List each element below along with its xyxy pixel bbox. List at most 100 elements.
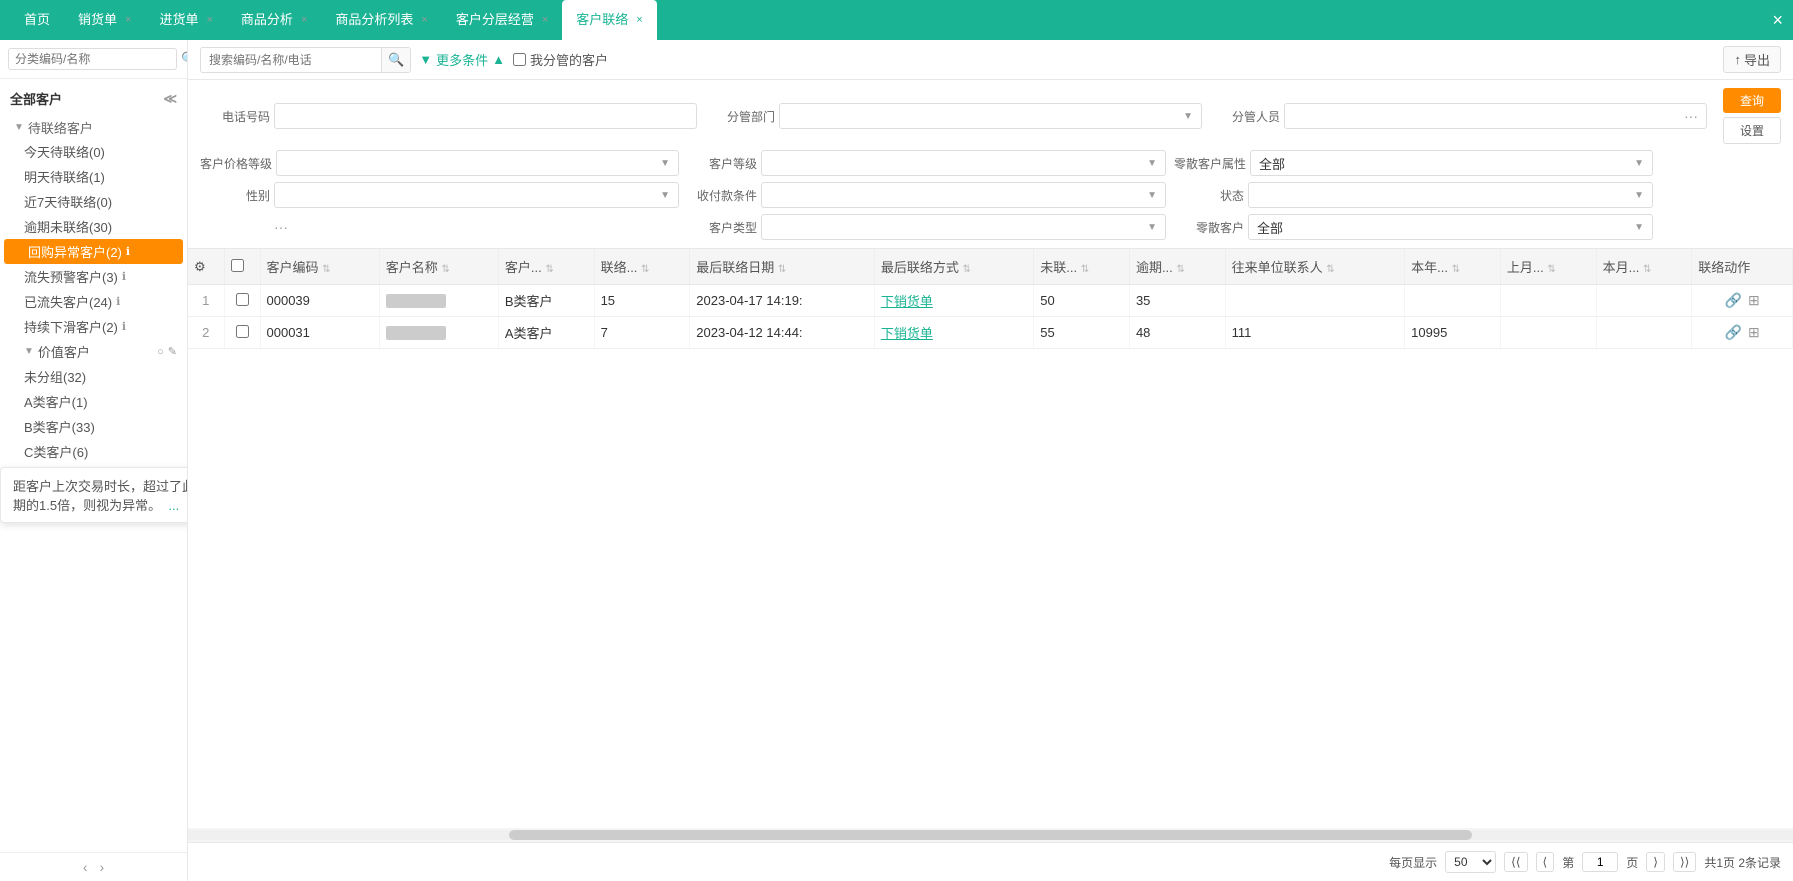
horizontal-scrollbar[interactable] [188, 830, 1793, 840]
status-label: 状态 [1174, 187, 1244, 204]
sidebar-item-lost-warning[interactable]: 流失预警客户(3) ℹ [0, 264, 187, 289]
retail-attr-select[interactable]: 全部 ▼ [1250, 150, 1653, 176]
row-num-2: 2 [188, 317, 224, 349]
customer-type-select[interactable]: ▼ [761, 214, 1166, 240]
more-filter-dots[interactable]: ··· [274, 219, 288, 235]
sidebar-nav-left[interactable]: ‹ [79, 857, 92, 877]
per-page-select[interactable]: 50 20 100 [1445, 851, 1496, 873]
sidebar-value-customer-header[interactable]: ▼ 价值客户 ○ ✎ [0, 339, 187, 364]
nav-customer-mgmt-close[interactable]: × [542, 0, 548, 40]
nav-product-list-close[interactable]: × [421, 0, 427, 40]
sidebar-item-ungrouped[interactable]: 未分组(32) [0, 364, 187, 389]
nav-product-list[interactable]: 商品分析列表 × [321, 0, 441, 40]
th-name[interactable]: 客户名称 ⇅ [379, 249, 498, 285]
action-more-icon-1[interactable]: ⊞ [1748, 292, 1760, 309]
sidebar-item-tomorrow[interactable]: 明天待联络(1) [0, 164, 187, 189]
col-type-label: 客户... [505, 260, 542, 275]
nav-sales-close[interactable]: × [125, 0, 131, 40]
nav-customer-contact-close[interactable]: × [636, 0, 642, 40]
nav-product-analysis-close[interactable]: × [301, 0, 307, 40]
nav-home[interactable]: 首页 [10, 0, 64, 40]
sidebar-item-overdue[interactable]: 逾期未联络(30) [0, 214, 187, 239]
sidebar-item-today[interactable]: 今天待联络(0) [0, 139, 187, 164]
nav-product-analysis[interactable]: 商品分析 × [227, 0, 321, 40]
row-last-method-2[interactable]: 下销货单 [874, 317, 1033, 349]
sidebar-collapse-icon[interactable]: ≪ [163, 91, 177, 107]
th-contact-count[interactable]: 联络... ⇅ [594, 249, 690, 285]
col-overdue-label: 逾期... [1136, 260, 1173, 275]
th-partner-contact[interactable]: 往来单位联系人 ⇅ [1225, 249, 1405, 285]
tooltip-more[interactable]: ... [168, 498, 179, 513]
next-page-button[interactable]: ⟩ [1646, 852, 1665, 872]
payment-select[interactable]: ▼ [761, 182, 1166, 208]
value-customer-edit-icon[interactable]: ○ [157, 346, 164, 358]
value-customer-settings-icon[interactable]: ✎ [168, 345, 177, 358]
price-level-select[interactable]: ▼ [276, 150, 679, 176]
filter-search-input[interactable] [201, 49, 381, 71]
status-select[interactable]: ▼ [1248, 182, 1653, 208]
retail-customer-select[interactable]: 全部 ▼ [1248, 214, 1653, 240]
sidebar-item-lost-actual[interactable]: 已流失客户(24) ℹ [0, 289, 187, 314]
select-all-checkbox[interactable] [231, 259, 244, 272]
sidebar-abnormal-label: 回购异常客户(2) [28, 242, 122, 261]
row-checkbox-2[interactable] [224, 317, 260, 349]
sidebar-search-input[interactable] [8, 48, 177, 70]
th-last-method[interactable]: 最后联络方式 ⇅ [874, 249, 1033, 285]
table-settings-icon[interactable]: ⚙ [194, 259, 206, 274]
dept-select[interactable]: ▼ [779, 103, 1202, 129]
setting-button[interactable]: 设置 [1723, 117, 1781, 144]
sidebar-search-icon[interactable]: 🔍 [181, 51, 188, 67]
row-1-checkbox[interactable] [236, 293, 249, 306]
th-last-month[interactable]: 上月... ⇅ [1500, 249, 1596, 285]
action-link-icon-2[interactable]: 🔗 [1725, 324, 1742, 341]
row-checkbox-1[interactable] [224, 285, 260, 317]
prev-page-button[interactable]: ⟨ [1536, 852, 1555, 872]
export-button[interactable]: ↑ 导出 [1723, 46, 1781, 73]
customer-level-field: 客户等级 ▼ [687, 150, 1166, 176]
sidebar-search-area: 🔍 [0, 40, 187, 79]
row-2-checkbox[interactable] [236, 325, 249, 338]
sidebar-item-c-class[interactable]: C类客户(6) [0, 439, 187, 464]
sidebar-item-declining[interactable]: 持续下滑客户(2) ℹ [0, 314, 187, 339]
th-type[interactable]: 客户... ⇅ [498, 249, 594, 285]
nav-customer-contact[interactable]: 客户联络 × [562, 0, 656, 40]
more-conditions-button[interactable]: ▼ 更多条件 ▲ [419, 50, 505, 69]
last-page-button[interactable]: ⟩⟩ [1673, 852, 1696, 872]
person-select[interactable]: ··· [1284, 103, 1707, 129]
th-this-year[interactable]: 本年... ⇅ [1405, 249, 1501, 285]
sidebar-item-7days[interactable]: 近7天待联络(0) [0, 189, 187, 214]
sidebar-nav-right[interactable]: › [96, 857, 109, 877]
th-code[interactable]: 客户编码 ⇅ [260, 249, 379, 285]
th-not-contact[interactable]: 未联... ⇅ [1034, 249, 1130, 285]
sidebar-follow-up-section[interactable]: ▼ 待联络客户 [0, 114, 187, 139]
phone-input[interactable] [274, 103, 697, 129]
th-last-date[interactable]: 最后联络日期 ⇅ [690, 249, 875, 285]
action-link-icon-1[interactable]: 🔗 [1725, 292, 1742, 309]
th-overdue[interactable]: 逾期... ⇅ [1129, 249, 1225, 285]
first-page-button[interactable]: ⟨⟨ [1504, 852, 1527, 872]
filter-search-icon[interactable]: 🔍 [381, 48, 410, 72]
sidebar-c-label: C类客户(6) [24, 442, 88, 461]
sidebar-item-abnormal[interactable]: 回购异常客户(2) ℹ [4, 239, 183, 264]
gender-select[interactable]: ▼ [274, 182, 679, 208]
sidebar-item-a-class[interactable]: A类客户(1) [0, 389, 187, 414]
person-dots[interactable]: ··· [1684, 108, 1698, 124]
nav-purchase[interactable]: 进货单 × [145, 0, 226, 40]
current-page-input[interactable] [1582, 852, 1618, 872]
nav-purchase-close[interactable]: × [206, 0, 212, 40]
nav-customer-mgmt[interactable]: 客户分层经营 × [442, 0, 562, 40]
my-customer-checkbox[interactable] [513, 53, 526, 66]
nav-sales[interactable]: 销货单 × [64, 0, 145, 40]
customer-level-select[interactable]: ▼ [761, 150, 1166, 176]
filter-search-box: 🔍 [200, 47, 411, 73]
window-close-button[interactable]: × [1772, 10, 1783, 31]
row-last-method-1[interactable]: 下销货单 [874, 285, 1033, 317]
scroll-thumb[interactable] [509, 830, 1472, 840]
th-this-month[interactable]: 本月... ⇅ [1596, 249, 1692, 285]
th-settings[interactable]: ⚙ [188, 249, 224, 285]
action-more-icon-2[interactable]: ⊞ [1748, 324, 1760, 341]
row-contact-count-2: 7 [594, 317, 690, 349]
row-type-1: B类客户 [498, 285, 594, 317]
sidebar-item-b-class[interactable]: B类客户(33) [0, 414, 187, 439]
query-button[interactable]: 查询 [1723, 88, 1781, 113]
